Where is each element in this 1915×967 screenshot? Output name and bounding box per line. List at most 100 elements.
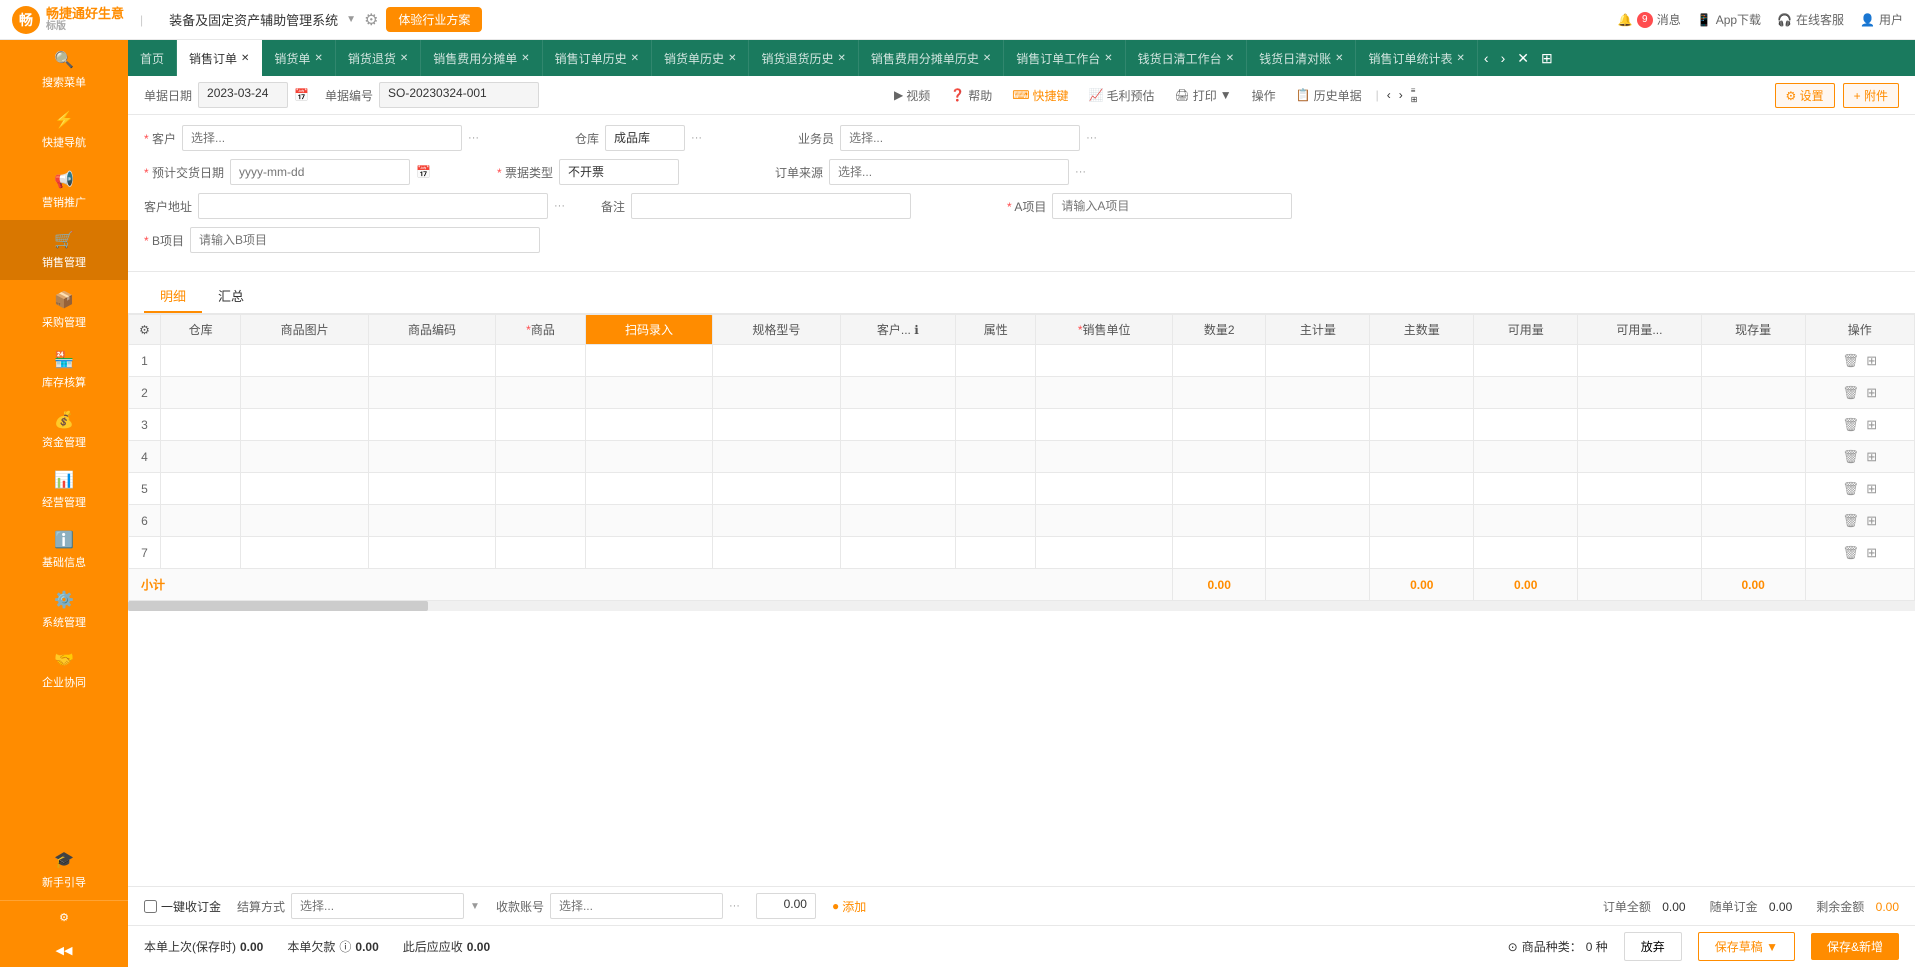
tab-refund-history[interactable]: 销货退货历史 ✕ xyxy=(749,40,858,76)
row-delete-icon[interactable]: 🗑 xyxy=(1842,481,1859,496)
tab-close-icon[interactable]: ✕ xyxy=(1226,53,1234,64)
row-spec[interactable] xyxy=(713,345,840,377)
sidebar-item-search[interactable]: 🔍 搜索菜单 xyxy=(0,40,128,100)
sidebar-collapse-button[interactable]: ◀◀ xyxy=(0,934,128,967)
industry-solution-button[interactable]: 体验行业方案 xyxy=(386,7,482,32)
receipt-account-input[interactable] xyxy=(550,893,723,919)
row-spec[interactable] xyxy=(713,409,840,441)
row-warehouse[interactable] xyxy=(161,537,241,569)
nav-left-icon[interactable]: ‹ xyxy=(1387,88,1391,102)
tab-sales-stats[interactable]: 销售订单统计表 ✕ xyxy=(1356,40,1477,76)
tab-close-icon[interactable]: ✕ xyxy=(1335,53,1343,64)
row-sales-unit[interactable] xyxy=(1036,537,1173,569)
tab-daily-workbench[interactable]: 钱货日清工作台 ✕ xyxy=(1126,40,1247,76)
row-attributes[interactable] xyxy=(956,473,1036,505)
tab-close-icon[interactable]: ✕ xyxy=(241,53,249,64)
row-delete-icon[interactable]: 🗑 xyxy=(1842,545,1859,560)
row-main-qty[interactable] xyxy=(1370,537,1474,569)
salesperson-more-icon[interactable]: ··· xyxy=(1086,132,1097,144)
row-spec[interactable] xyxy=(713,377,840,409)
row-warehouse[interactable] xyxy=(161,377,241,409)
sidebar-item-sales[interactable]: 🛒 销售管理 xyxy=(0,220,128,280)
tab-expand-button[interactable]: ⊞ xyxy=(1535,50,1559,67)
tab-detail[interactable]: 明细 xyxy=(144,280,202,313)
row-available-more[interactable] xyxy=(1578,473,1702,505)
customer-more-icon[interactable]: ··· xyxy=(468,132,479,144)
calendar-icon[interactable]: 📅 xyxy=(294,88,309,102)
row-warehouse[interactable] xyxy=(161,473,241,505)
row-delete-icon[interactable]: 🗑 xyxy=(1842,385,1859,400)
sidebar-item-quicknav[interactable]: ⚡ 快捷导航 xyxy=(0,100,128,160)
row-copy-icon[interactable]: ⊞ xyxy=(1866,481,1877,496)
row-customer-code[interactable] xyxy=(840,409,955,441)
tab-close-icon[interactable]: ✕ xyxy=(1457,53,1465,64)
operation-button[interactable]: 操作 xyxy=(1246,85,1282,106)
row-copy-icon[interactable]: ⊞ xyxy=(1866,545,1877,560)
row-attributes[interactable] xyxy=(956,537,1036,569)
notification-icon[interactable]: 🔔 9 消息 xyxy=(1618,11,1681,28)
tab-sales-order[interactable]: 销售订单 ✕ xyxy=(177,40,262,76)
sidebar-item-finance[interactable]: 💰 资金管理 xyxy=(0,400,128,460)
tab-sales-return[interactable]: 销货单 ✕ xyxy=(262,40,335,76)
row-copy-icon[interactable]: ⊞ xyxy=(1866,385,1877,400)
tab-prev-button[interactable]: ‹ xyxy=(1478,50,1495,66)
order-source-input[interactable] xyxy=(829,159,1069,185)
row-main-unit[interactable] xyxy=(1266,473,1370,505)
row-main-qty[interactable] xyxy=(1370,441,1474,473)
row-product[interactable] xyxy=(496,537,586,569)
th-settings[interactable]: ⚙ xyxy=(129,315,161,345)
row-main-unit[interactable] xyxy=(1266,377,1370,409)
system-title-dropdown-icon[interactable]: ▼ xyxy=(346,14,356,25)
warehouse-value[interactable]: 成品库 xyxy=(605,125,685,151)
tab-close-icon[interactable]: ✕ xyxy=(314,53,322,64)
remarks-input[interactable] xyxy=(631,193,911,219)
sidebar-item-system[interactable]: ⚙️ 系统管理 xyxy=(0,580,128,640)
tab-next-button[interactable]: › xyxy=(1495,50,1512,66)
row-copy-icon[interactable]: ⊞ xyxy=(1866,353,1877,368)
view-toggle-icon[interactable]: ≡⊞ xyxy=(1411,86,1418,104)
salesperson-input[interactable] xyxy=(840,125,1080,151)
sidebar-item-purchase[interactable]: 📦 采购管理 xyxy=(0,280,128,340)
row-qty2[interactable] xyxy=(1173,473,1266,505)
row-available[interactable] xyxy=(1474,409,1578,441)
view-button[interactable]: ▶ 视频 xyxy=(888,85,936,106)
profit-button[interactable]: 📈 毛利预估 xyxy=(1083,85,1161,106)
row-attributes[interactable] xyxy=(956,345,1036,377)
print-button[interactable]: 🖨 打印 ▼ xyxy=(1169,85,1238,106)
tab-sales-refund[interactable]: 销货退货 ✕ xyxy=(336,40,421,76)
shortcut-button[interactable]: ⌨ 快捷键 xyxy=(1006,85,1074,106)
row-product-code[interactable] xyxy=(368,473,495,505)
row-sales-unit[interactable] xyxy=(1036,345,1173,377)
row-main-unit[interactable] xyxy=(1266,537,1370,569)
row-available-more[interactable] xyxy=(1578,537,1702,569)
row-product[interactable] xyxy=(496,345,586,377)
tab-expense-history[interactable]: 销售费用分摊单历史 ✕ xyxy=(859,40,1004,76)
row-customer-code[interactable] xyxy=(840,441,955,473)
order-no-value[interactable]: SO-20230324-001 xyxy=(379,82,539,108)
date-value[interactable]: 2023-03-24 xyxy=(198,82,288,108)
calendar2-icon[interactable]: 📅 xyxy=(416,165,431,179)
row-current-stock[interactable] xyxy=(1701,345,1805,377)
sidebar-item-guide[interactable]: 🎓 新手引导 xyxy=(0,840,128,900)
payment-method-input[interactable] xyxy=(291,893,464,919)
save-new-button[interactable]: 保存&新增 xyxy=(1811,933,1899,960)
address-input[interactable] xyxy=(198,193,548,219)
row-product[interactable] xyxy=(496,377,586,409)
row-available-more[interactable] xyxy=(1578,505,1702,537)
row-product-code[interactable] xyxy=(368,441,495,473)
order-source-more-icon[interactable]: ··· xyxy=(1075,166,1086,178)
tab-close-icon[interactable]: ✕ xyxy=(631,53,639,64)
row-customer-code[interactable] xyxy=(840,537,955,569)
row-warehouse[interactable] xyxy=(161,345,241,377)
row-main-unit[interactable] xyxy=(1266,409,1370,441)
row-sales-unit[interactable] xyxy=(1036,377,1173,409)
row-qty2[interactable] xyxy=(1173,409,1266,441)
row-available[interactable] xyxy=(1474,537,1578,569)
row-customer-code[interactable] xyxy=(840,473,955,505)
customer-input[interactable] xyxy=(182,125,462,151)
address-more-icon[interactable]: ··· xyxy=(554,200,565,212)
row-sales-unit[interactable] xyxy=(1036,441,1173,473)
row-main-qty[interactable] xyxy=(1370,345,1474,377)
row-product-code[interactable] xyxy=(368,409,495,441)
nav-right-icon[interactable]: › xyxy=(1399,88,1403,102)
